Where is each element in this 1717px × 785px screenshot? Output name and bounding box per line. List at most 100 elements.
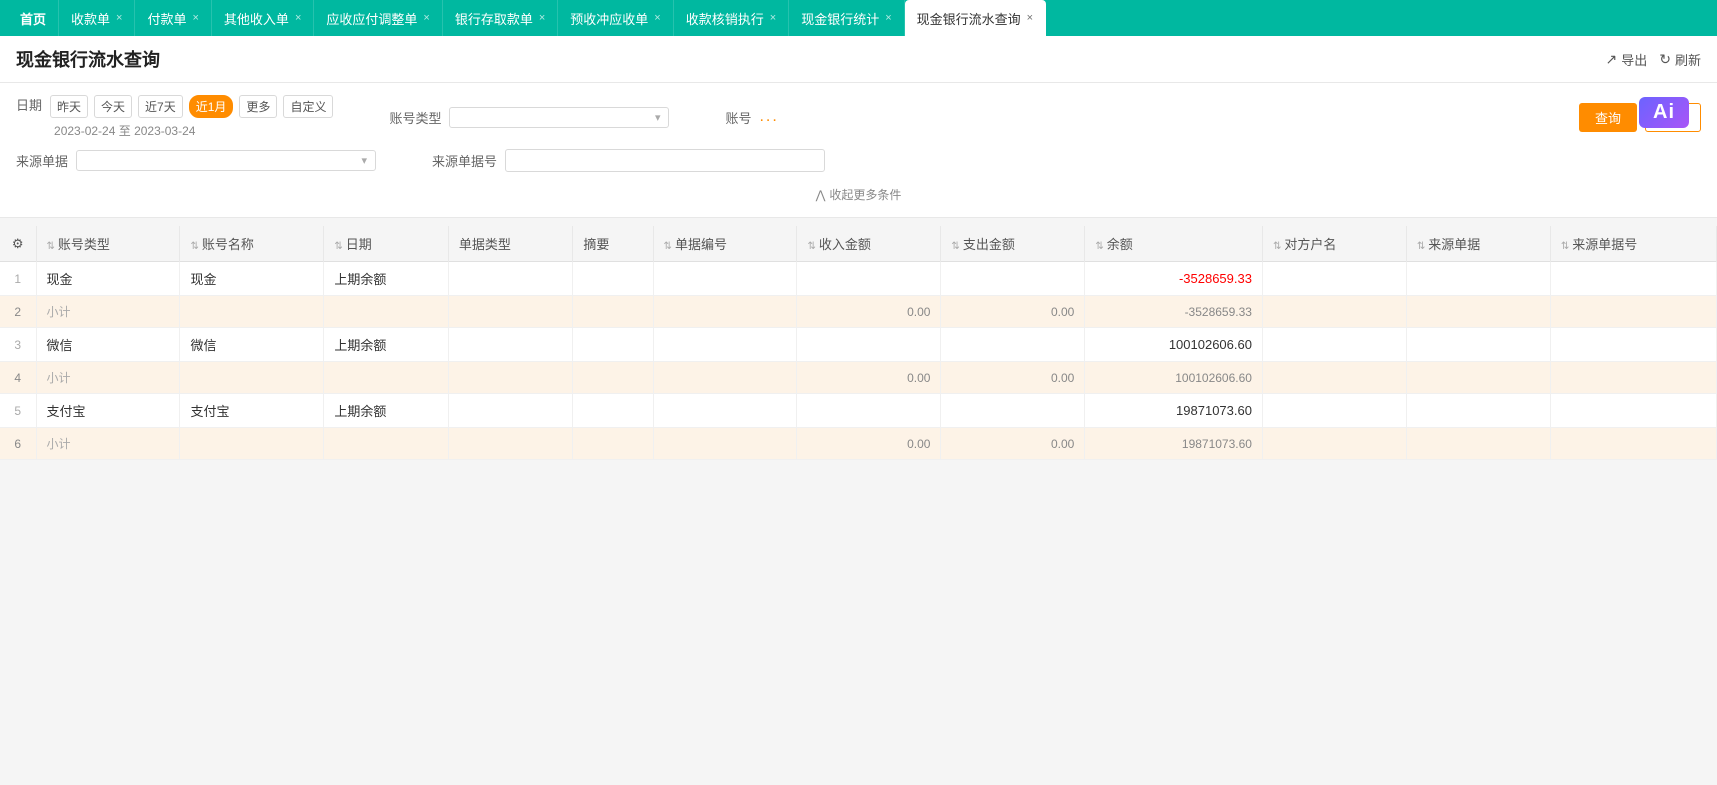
date-shortcuts-wrap: 昨天 今天 近7天 近1月 更多 自定义 2023-02-24 至 2023-0…: [50, 95, 333, 139]
date-btn-custom[interactable]: 自定义: [283, 95, 333, 118]
close-icon[interactable]: ×: [116, 12, 122, 24]
cell-summary: [573, 262, 653, 296]
cell-summary: [573, 394, 653, 428]
cell-counterpart: [1262, 428, 1406, 460]
account-dots-button[interactable]: ...: [759, 108, 778, 126]
filter-row-1: 日期 昨天 今天 近7天 近1月 更多 自定义 2023-02-24 至 202…: [16, 95, 1701, 139]
date-btn-7days[interactable]: 近7天: [138, 95, 183, 118]
th-summary: 摘要: [573, 226, 653, 262]
th-doc-no[interactable]: ⇅单据编号: [653, 226, 797, 262]
date-btn-1month[interactable]: 近1月: [189, 95, 234, 118]
cell-source-doc: [1406, 262, 1550, 296]
nav-item-flow-query[interactable]: 现金银行流水查询 ×: [905, 0, 1046, 36]
source-doc-select[interactable]: ▾: [76, 150, 376, 171]
cell-doc-type: [448, 362, 573, 394]
export-icon: ↗: [1606, 51, 1618, 68]
table-row: 3 微信 微信 上期余额 100102606.60: [0, 328, 1717, 362]
account-group: 账号 ...: [725, 108, 778, 127]
sort-icon: ⇅: [1561, 241, 1569, 252]
cell-account-type: 小计: [36, 428, 180, 460]
th-doc-type: 单据类型: [448, 226, 573, 262]
nav-item-receipts[interactable]: 收款单 ×: [59, 0, 135, 36]
close-icon[interactable]: ×: [654, 12, 660, 24]
source-doc-num-input[interactable]: [505, 149, 825, 172]
date-btn-today[interactable]: 今天: [94, 95, 132, 118]
close-icon[interactable]: ×: [423, 12, 429, 24]
page-header: 现金银行流水查询 ↗ 导出 ↻ 刷新: [0, 36, 1717, 83]
cell-date: 上期余额: [324, 394, 449, 428]
page-title: 现金银行流水查询: [16, 46, 160, 72]
cell-summary: [573, 296, 653, 328]
chevron-up-icon: ⋀: [816, 188, 826, 202]
sort-icon: ⇅: [190, 241, 198, 252]
th-account-type[interactable]: ⇅账号类型: [36, 226, 180, 262]
th-expense[interactable]: ⇅支出金额: [941, 226, 1085, 262]
cell-doc-no: [653, 394, 797, 428]
th-gear[interactable]: ⚙: [0, 226, 36, 262]
close-icon[interactable]: ×: [295, 12, 301, 24]
close-icon[interactable]: ×: [1027, 12, 1033, 24]
date-shortcuts: 昨天 今天 近7天 近1月 更多 自定义: [50, 95, 333, 118]
sort-icon: ⇅: [334, 241, 342, 252]
nav-item-home[interactable]: 首页: [8, 0, 59, 36]
cell-doc-no: [653, 296, 797, 328]
cell-date: 上期余额: [324, 262, 449, 296]
table-header-row: ⚙ ⇅账号类型 ⇅账号名称 ⇅日期 单据类型 摘要 ⇅单据编号 ⇅收入金额 ⇅支…: [0, 226, 1717, 262]
cell-account-name: [180, 428, 324, 460]
source-doc-group: 来源单据 ▾: [16, 150, 376, 171]
cell-date: 上期余额: [324, 328, 449, 362]
th-counterpart[interactable]: ⇅对方户名: [1262, 226, 1406, 262]
cell-source-doc-no: [1550, 394, 1716, 428]
th-source-doc[interactable]: ⇅来源单据: [1406, 226, 1550, 262]
th-account-name[interactable]: ⇅账号名称: [180, 226, 324, 262]
nav-item-prepay[interactable]: 预收冲应收单 ×: [558, 0, 673, 36]
cell-account-name: 现金: [180, 262, 324, 296]
cell-summary: [573, 328, 653, 362]
th-date[interactable]: ⇅日期: [324, 226, 449, 262]
nav-item-bank-deposit[interactable]: 银行存取款单 ×: [443, 0, 558, 36]
cell-expense: [941, 394, 1085, 428]
cell-account-name: [180, 296, 324, 328]
cell-doc-type: [448, 394, 573, 428]
date-btn-yesterday[interactable]: 昨天: [50, 95, 88, 118]
cell-summary: [573, 362, 653, 394]
cell-balance: 19871073.60: [1085, 394, 1263, 428]
cell-balance: 19871073.60: [1085, 428, 1263, 460]
refresh-button[interactable]: ↻ 刷新: [1659, 50, 1701, 69]
sort-icon: ⇅: [47, 241, 55, 252]
close-icon[interactable]: ×: [885, 12, 891, 24]
cell-source-doc-no: [1550, 428, 1716, 460]
cell-doc-no: [653, 362, 797, 394]
cell-income: 0.00: [797, 362, 941, 394]
nav-item-stats[interactable]: 现金银行统计 ×: [789, 0, 904, 36]
cell-account-name: 支付宝: [180, 394, 324, 428]
cell-balance: 100102606.60: [1085, 328, 1263, 362]
th-source-doc-no[interactable]: ⇅来源单据号: [1550, 226, 1716, 262]
cell-source-doc-no: [1550, 362, 1716, 394]
th-balance[interactable]: ⇅余额: [1085, 226, 1263, 262]
table-row: 6 小计 0.00 0.00 19871073.60: [0, 428, 1717, 460]
th-income[interactable]: ⇅收入金额: [797, 226, 941, 262]
query-button[interactable]: 查询: [1579, 103, 1637, 132]
date-btn-more[interactable]: 更多: [239, 95, 277, 118]
cell-doc-type: [448, 296, 573, 328]
cell-index: 6: [0, 428, 36, 460]
chevron-down-icon-2: ▾: [361, 154, 367, 167]
filter-row-2: 来源单据 ▾ 来源单据号: [16, 149, 1701, 172]
account-type-select[interactable]: ▾: [449, 107, 669, 128]
table-row: 4 小计 0.00 0.00 100102606.60: [0, 362, 1717, 394]
cell-doc-type: [448, 328, 573, 362]
close-icon[interactable]: ×: [192, 12, 198, 24]
nav-item-adjustment[interactable]: 应收应付调整单 ×: [314, 0, 442, 36]
collapse-bar[interactable]: ⋀ 收起更多条件: [16, 182, 1701, 205]
filter-area: 日期 昨天 今天 近7天 近1月 更多 自定义 2023-02-24 至 202…: [0, 83, 1717, 218]
nav-item-payments[interactable]: 付款单 ×: [135, 0, 211, 36]
close-icon[interactable]: ×: [770, 12, 776, 24]
nav-item-verify[interactable]: 收款核销执行 ×: [674, 0, 789, 36]
cell-counterpart: [1262, 296, 1406, 328]
nav-item-other-income[interactable]: 其他收入单 ×: [212, 0, 314, 36]
sort-icon: ⇅: [1273, 241, 1281, 252]
ai-badge[interactable]: Ai: [1639, 97, 1689, 128]
close-icon[interactable]: ×: [539, 12, 545, 24]
export-button[interactable]: ↗ 导出: [1606, 50, 1648, 69]
